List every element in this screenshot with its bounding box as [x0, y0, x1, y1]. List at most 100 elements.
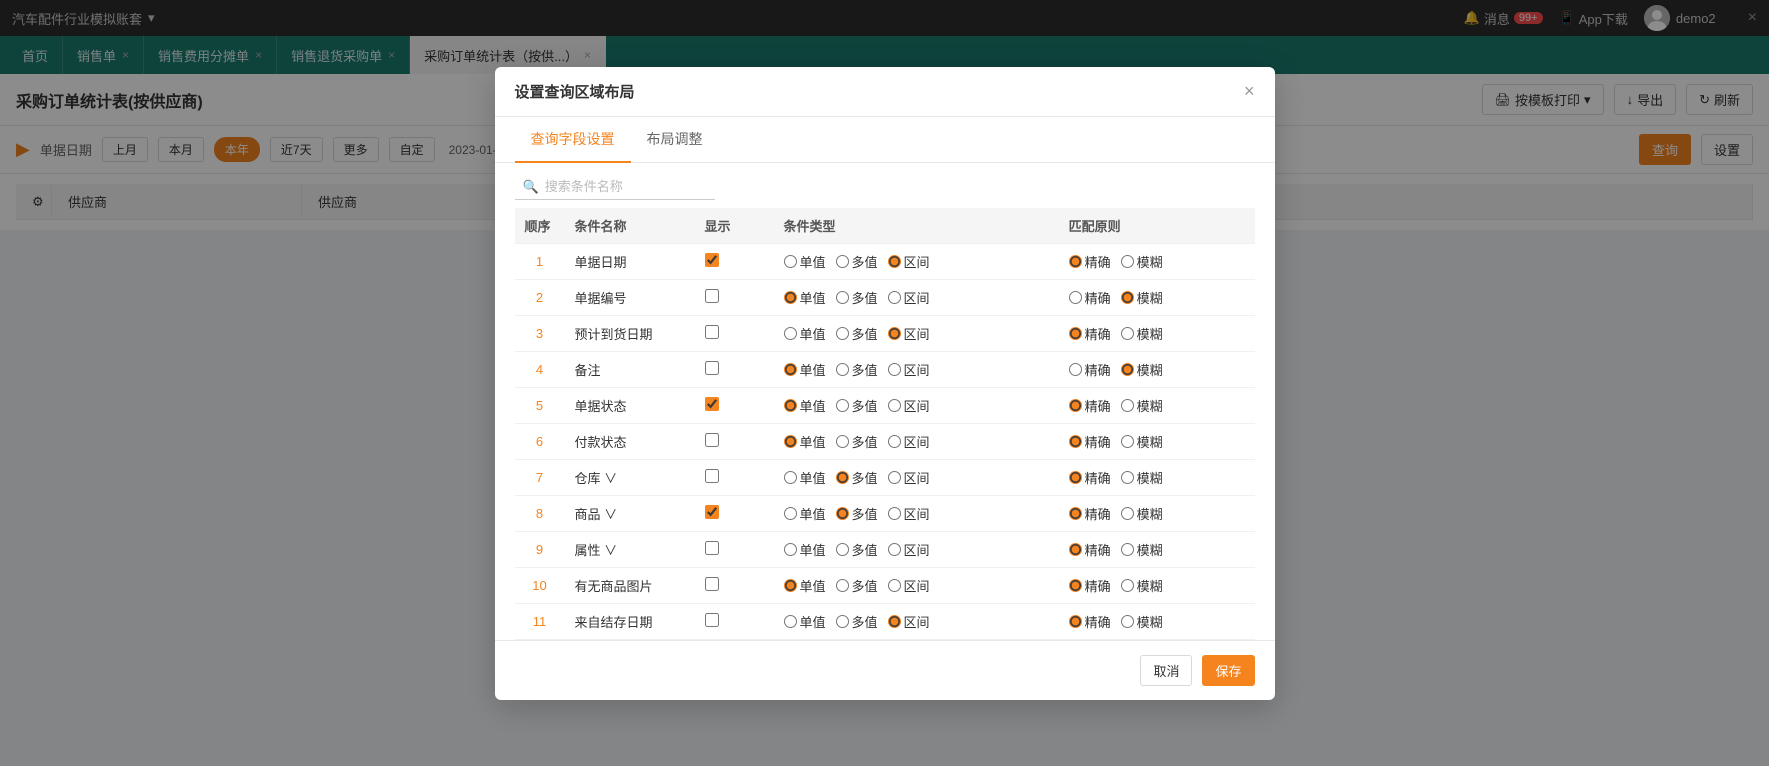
- row-type-option-4-1[interactable]: 多值: [836, 396, 878, 415]
- row-display-checkbox-9[interactable]: [705, 577, 719, 591]
- modal-tab-query-fields[interactable]: 查询字段设置: [515, 117, 631, 163]
- row-match-option-3-1[interactable]: 模糊: [1121, 360, 1163, 379]
- row-match-option-10-0[interactable]: 精确: [1069, 612, 1111, 631]
- row-display-0: [695, 243, 774, 279]
- row-match-option-7-1[interactable]: 模糊: [1121, 504, 1163, 523]
- table-row: 5单据状态单值多值区间精确模糊: [515, 387, 1255, 423]
- row-type-option-10-2[interactable]: 区间: [888, 612, 930, 631]
- row-display-6: [695, 459, 774, 495]
- row-match-option-0-1[interactable]: 模糊: [1121, 252, 1163, 271]
- row-name-0: 单据日期: [565, 243, 695, 279]
- row-type-option-9-2[interactable]: 区间: [888, 576, 930, 595]
- row-display-checkbox-3[interactable]: [705, 361, 719, 375]
- row-type-option-7-1[interactable]: 多值: [836, 504, 878, 523]
- row-match-option-2-0[interactable]: 精确: [1069, 324, 1111, 343]
- settings-table-body: 1单据日期单值多值区间精确模糊2单据编号单值多值区间精确模糊3预计到货日期单值多…: [515, 243, 1255, 639]
- modal-close-button[interactable]: ×: [1244, 82, 1255, 100]
- row-order-3: 4: [515, 351, 565, 387]
- row-display-checkbox-7[interactable]: [705, 505, 719, 519]
- row-type-option-4-2[interactable]: 区间: [888, 396, 930, 415]
- row-name-7: 商品 ∨: [565, 495, 695, 531]
- search-input[interactable]: [545, 179, 705, 194]
- row-type-option-3-0[interactable]: 单值: [784, 360, 826, 379]
- row-type-option-0-2[interactable]: 区间: [888, 252, 930, 271]
- row-type-6: 单值多值区间: [774, 459, 1059, 495]
- row-display-checkbox-4[interactable]: [705, 397, 719, 411]
- row-type-option-3-2[interactable]: 区间: [888, 360, 930, 379]
- row-type-option-5-1[interactable]: 多值: [836, 432, 878, 451]
- row-order-8: 9: [515, 531, 565, 567]
- row-type-option-2-2[interactable]: 区间: [888, 324, 930, 343]
- row-order-9: 10: [515, 567, 565, 603]
- row-type-option-4-0[interactable]: 单值: [784, 396, 826, 415]
- cancel-button[interactable]: 取消: [1140, 655, 1192, 686]
- row-display-checkbox-2[interactable]: [705, 325, 719, 339]
- row-type-option-1-2[interactable]: 区间: [888, 288, 930, 307]
- row-type-option-0-1[interactable]: 多值: [836, 252, 878, 271]
- row-match-option-8-1[interactable]: 模糊: [1121, 540, 1163, 559]
- row-display-checkbox-1[interactable]: [705, 289, 719, 303]
- row-type-option-5-0[interactable]: 单值: [784, 432, 826, 451]
- row-type-option-0-0[interactable]: 单值: [784, 252, 826, 271]
- row-name-3: 备注: [565, 351, 695, 387]
- table-row: 7仓库 ∨单值多值区间精确模糊: [515, 459, 1255, 495]
- row-match-option-9-1[interactable]: 模糊: [1121, 576, 1163, 595]
- modal-tab-layout[interactable]: 布局调整: [631, 117, 719, 163]
- row-type-option-2-1[interactable]: 多值: [836, 324, 878, 343]
- row-order-10: 11: [515, 603, 565, 639]
- row-type-4: 单值多值区间: [774, 387, 1059, 423]
- table-row: 4备注 单值多值区间 精确模糊: [515, 351, 1255, 387]
- row-type-5: 单值多值区间: [774, 423, 1059, 459]
- col-type-header: 条件类型: [774, 208, 1059, 244]
- row-type-option-9-0[interactable]: 单值: [784, 576, 826, 595]
- settings-table: 顺序 条件名称 显示 条件类型 匹配原则 1单据日期单值多值区间精确模糊2单据编…: [495, 208, 1275, 640]
- row-order-4: 5: [515, 387, 565, 423]
- row-type-option-10-0[interactable]: 单值: [784, 612, 826, 631]
- row-match-option-7-0[interactable]: 精确: [1069, 504, 1111, 523]
- row-type-option-3-1[interactable]: 多值: [836, 360, 878, 379]
- row-match-option-0-0[interactable]: 精确: [1069, 252, 1111, 271]
- row-display-checkbox-0[interactable]: [705, 253, 719, 267]
- row-type-option-7-0[interactable]: 单值: [784, 504, 826, 523]
- row-name-5: 付款状态: [565, 423, 695, 459]
- row-match-option-5-1[interactable]: 模糊: [1121, 432, 1163, 451]
- row-type-option-10-1[interactable]: 多值: [836, 612, 878, 631]
- row-match-option-5-0[interactable]: 精确: [1069, 432, 1111, 451]
- row-type-option-9-1[interactable]: 多值: [836, 576, 878, 595]
- row-type-option-6-2[interactable]: 区间: [888, 468, 930, 487]
- row-display-8: [695, 531, 774, 567]
- row-type-option-5-2[interactable]: 区间: [888, 432, 930, 451]
- row-display-checkbox-5[interactable]: [705, 433, 719, 447]
- row-match-option-10-1[interactable]: 模糊: [1121, 612, 1163, 631]
- row-type-option-8-0[interactable]: 单值: [784, 540, 826, 559]
- row-match-option-1-1[interactable]: 模糊: [1121, 288, 1163, 307]
- save-button[interactable]: 保存: [1202, 655, 1254, 686]
- row-match-option-6-1[interactable]: 模糊: [1121, 468, 1163, 487]
- row-type-option-1-1[interactable]: 多值: [836, 288, 878, 307]
- row-match-option-4-1[interactable]: 模糊: [1121, 396, 1163, 415]
- col-match-header: 匹配原则: [1059, 208, 1255, 244]
- row-match-option-3-0[interactable]: 精确: [1069, 360, 1111, 379]
- row-type-option-8-2[interactable]: 区间: [888, 540, 930, 559]
- row-type-option-8-1[interactable]: 多值: [836, 540, 878, 559]
- row-display-checkbox-10[interactable]: [705, 613, 719, 627]
- row-type-option-2-0[interactable]: 单值: [784, 324, 826, 343]
- row-match-option-1-0[interactable]: 精确: [1069, 288, 1111, 307]
- row-display-2: [695, 315, 774, 351]
- row-match-option-8-0[interactable]: 精确: [1069, 540, 1111, 559]
- row-match-option-6-0[interactable]: 精确: [1069, 468, 1111, 487]
- row-match-option-2-1[interactable]: 模糊: [1121, 324, 1163, 343]
- col-name-header: 条件名称: [565, 208, 695, 244]
- row-match-2: 精确模糊: [1059, 315, 1255, 351]
- row-name-1: 单据编号: [565, 279, 695, 315]
- row-display-checkbox-8[interactable]: [705, 541, 719, 555]
- row-type-option-6-0[interactable]: 单值: [784, 468, 826, 487]
- row-type-option-1-0[interactable]: 单值: [784, 288, 826, 307]
- row-match-option-4-0[interactable]: 精确: [1069, 396, 1111, 415]
- row-display-checkbox-6[interactable]: [705, 469, 719, 483]
- row-match-option-9-0[interactable]: 精确: [1069, 576, 1111, 595]
- row-type-1: 单值多值区间: [774, 279, 1059, 315]
- col-order-header: 顺序: [515, 208, 565, 244]
- row-type-option-7-2[interactable]: 区间: [888, 504, 930, 523]
- row-type-option-6-1[interactable]: 多值: [836, 468, 878, 487]
